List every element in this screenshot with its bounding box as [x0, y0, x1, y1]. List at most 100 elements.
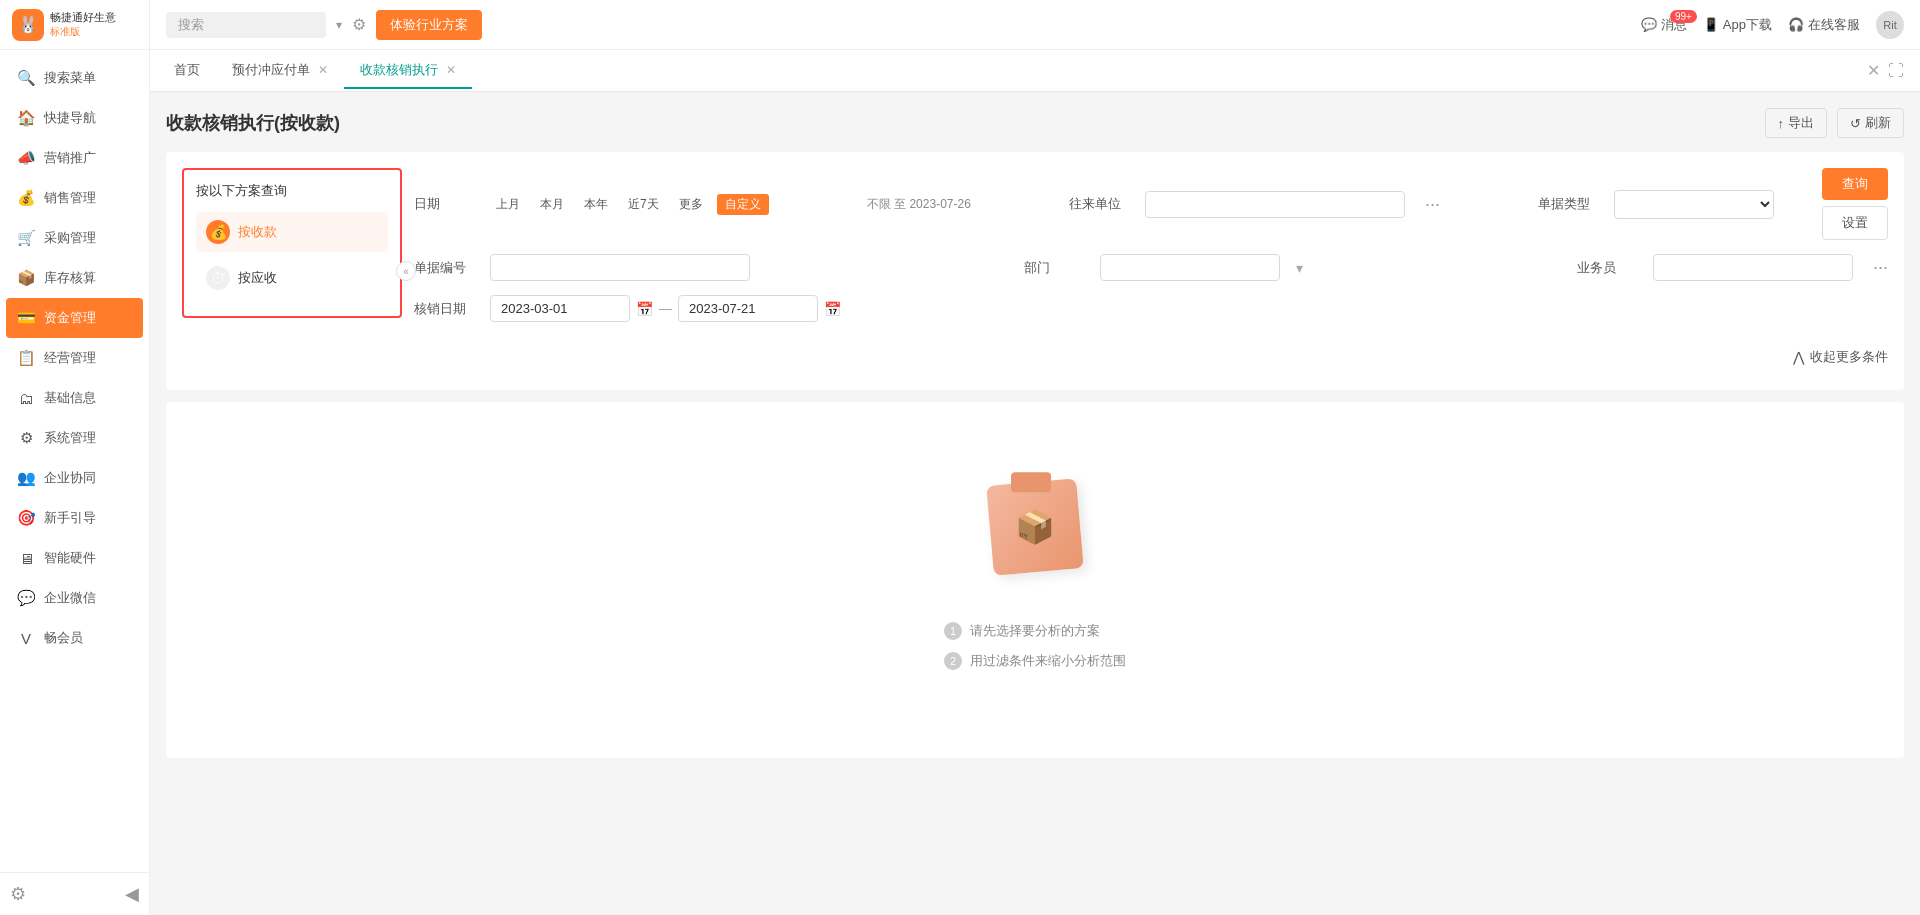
user-avatar[interactable]: Rit	[1876, 11, 1904, 39]
sidebar-item-11[interactable]: 🎯新手引导	[0, 498, 149, 538]
empty-hints: 1 请先选择要分析的方案 2 用过滤条件来缩小分析范围	[944, 618, 1126, 678]
partner-dots-icon[interactable]: ···	[1425, 194, 1440, 215]
sidebar-item-6[interactable]: 💳资金管理	[6, 298, 143, 338]
tab-receipt-close-icon[interactable]: ✕	[446, 63, 456, 77]
sidebar-item-4[interactable]: 🛒采购管理	[0, 218, 149, 258]
tab-expand-button[interactable]: ⛶	[1888, 62, 1904, 80]
tab-home[interactable]: 首页	[158, 53, 216, 89]
sidebar-item-5[interactable]: 📦 库存核算	[0, 258, 149, 298]
box-icon: 📦	[1015, 508, 1055, 546]
settings-icon[interactable]: ⚙	[10, 883, 26, 905]
sidebar-item-8[interactable]: 🗂基础信息	[0, 378, 149, 418]
sidebar-item-7[interactable]: 📋经营管理	[0, 338, 149, 378]
staff-label: 业务员	[1577, 259, 1637, 277]
headset-icon: 🎧	[1788, 17, 1804, 32]
refresh-button[interactable]: ↺ 刷新	[1837, 108, 1904, 138]
logo-text: 畅捷通好生意	[50, 10, 116, 24]
content-area: 收款核销执行(按收款) ↑ 导出 ↺ 刷新 按以下方案查询 💰	[150, 92, 1920, 915]
sidebar-label-5: 库存核算	[44, 269, 96, 287]
doc-type-label: 单据类型	[1538, 195, 1598, 213]
action-buttons: 查询 设置	[1822, 168, 1888, 240]
staff-dots-icon[interactable]: ···	[1873, 257, 1888, 278]
sidebar-item-2[interactable]: 📣营销推广	[0, 138, 149, 178]
sidebar-label-4: 采购管理	[44, 229, 96, 247]
online-service-item[interactable]: 🎧 在线客服	[1788, 16, 1860, 34]
filter-option-receipt[interactable]: 💰 按收款	[196, 212, 388, 252]
setting-button[interactable]: 设置	[1822, 206, 1888, 240]
message-item[interactable]: 💬 消息 99+	[1641, 16, 1687, 34]
sidebar-icon-9: ⚙	[16, 428, 36, 448]
sidebar-item-0[interactable]: 🔍搜索菜单	[0, 58, 149, 98]
sidebar-item-3[interactable]: 💰销售管理	[0, 178, 149, 218]
verify-date-end-calendar-icon[interactable]: 📅	[824, 301, 841, 317]
sidebar-label-8: 基础信息	[44, 389, 96, 407]
filter-collapse-btn[interactable]: «	[396, 261, 416, 281]
receipt-icon: 💰	[206, 220, 230, 244]
page-title: 收款核销执行(按收款)	[166, 111, 340, 135]
tab-prepay-close-icon[interactable]: ✕	[318, 63, 328, 77]
export-button[interactable]: ↑ 导出	[1765, 108, 1828, 138]
date-unlimited-display: 不限 至 2023-07-26	[867, 196, 971, 213]
verify-date-start-calendar-icon[interactable]: 📅	[636, 301, 653, 317]
sidebar-item-12[interactable]: 🖥智能硬件	[0, 538, 149, 578]
export-icon: ↑	[1778, 116, 1785, 131]
collapse-more-btn[interactable]: ⋀ 收起更多条件	[1793, 340, 1888, 374]
date-this-month[interactable]: 本月	[534, 194, 570, 215]
sidebar-icon-12: 🖥	[16, 548, 36, 568]
tab-prepay[interactable]: 预付冲应付单 ✕	[216, 53, 344, 89]
doc-no-input[interactable]	[490, 254, 750, 281]
date-range-separator: —	[659, 301, 672, 316]
collapse-sidebar-icon[interactable]: ◀	[125, 883, 139, 905]
sidebar-icon-5: 📦	[16, 268, 36, 288]
sidebar-label-6: 资金管理	[44, 309, 96, 327]
doc-type-select[interactable]	[1614, 190, 1774, 219]
empty-state: 📦 1 请先选择要分析的方案 2 用过滤条件来缩小分析范围	[166, 402, 1904, 758]
sidebar-nav: 🔍搜索菜单🏠快捷导航📣营销推广💰销售管理🛒采购管理 📦 库存核算 💳资金管理📋经营管理…	[0, 50, 149, 872]
sidebar-label-2: 营销推广	[44, 149, 96, 167]
refresh-label: 刷新	[1865, 114, 1891, 132]
verify-date-end-input[interactable]	[678, 295, 818, 322]
collapse-label: 收起更多条件	[1810, 348, 1888, 366]
sidebar-bottom: ⚙ ◀	[0, 872, 149, 915]
date-7days[interactable]: 近7天	[622, 194, 665, 215]
topbar-gear-icon[interactable]: ⚙	[352, 15, 366, 34]
date-unlimited-text: 不限 至 2023-07-26	[867, 196, 971, 213]
query-button[interactable]: 查询	[1822, 168, 1888, 200]
page-actions: ↑ 导出 ↺ 刷新	[1765, 108, 1905, 138]
sidebar-icon-7: 📋	[16, 348, 36, 368]
partner-label: 往来单位	[1069, 195, 1129, 213]
dept-dropdown-icon[interactable]: ▾	[1296, 260, 1303, 276]
app-download-item[interactable]: 📱 App下载	[1703, 16, 1772, 34]
filter-panel: 按以下方案查询 💰 按收款 ⏱ 按应收 « 日期	[166, 152, 1904, 390]
empty-hint-2: 2 用过滤条件来缩小分析范围	[944, 648, 1126, 674]
dept-input[interactable]	[1100, 254, 1280, 281]
empty-box: 📦	[986, 478, 1084, 576]
date-last-month[interactable]: 上月	[490, 194, 526, 215]
verify-date-range: 📅 — 📅	[490, 295, 841, 322]
solution-button[interactable]: 体验行业方案	[376, 10, 482, 40]
sidebar-label-10: 企业协同	[44, 469, 96, 487]
filter-option-receivable[interactable]: ⏱ 按应收	[196, 258, 388, 298]
export-label: 导出	[1788, 114, 1814, 132]
staff-input[interactable]	[1653, 254, 1853, 281]
date-this-year[interactable]: 本年	[578, 194, 614, 215]
tab-receipt[interactable]: 收款核销执行 ✕	[344, 53, 472, 89]
topbar-left: 搜索 ▾ ⚙ 体验行业方案	[166, 10, 482, 40]
sidebar-item-14[interactable]: V畅会员	[0, 618, 149, 658]
tab-close-button[interactable]: ✕	[1867, 61, 1880, 80]
date-custom-tag[interactable]: 自定义	[717, 194, 769, 215]
sidebar-item-13[interactable]: 💬企业微信	[0, 578, 149, 618]
verify-date-start-input[interactable]	[490, 295, 630, 322]
partner-input[interactable]	[1145, 191, 1405, 218]
sidebar-item-9[interactable]: ⚙系统管理	[0, 418, 149, 458]
doc-no-label: 单据编号	[414, 259, 474, 277]
date-label: 日期	[414, 195, 474, 213]
sidebar-item-1[interactable]: 🏠快捷导航	[0, 98, 149, 138]
tab-receipt-label: 收款核销执行	[360, 61, 438, 79]
step-1-num: 1	[944, 622, 962, 640]
sidebar-label-0: 搜索菜单	[44, 69, 96, 87]
filter-scheme-title: 按以下方案查询	[196, 182, 388, 200]
sidebar-logo: 🐰 畅捷通好生意 标准版	[0, 0, 149, 50]
date-more[interactable]: 更多	[673, 194, 709, 215]
sidebar-item-10[interactable]: 👥企业协同	[0, 458, 149, 498]
